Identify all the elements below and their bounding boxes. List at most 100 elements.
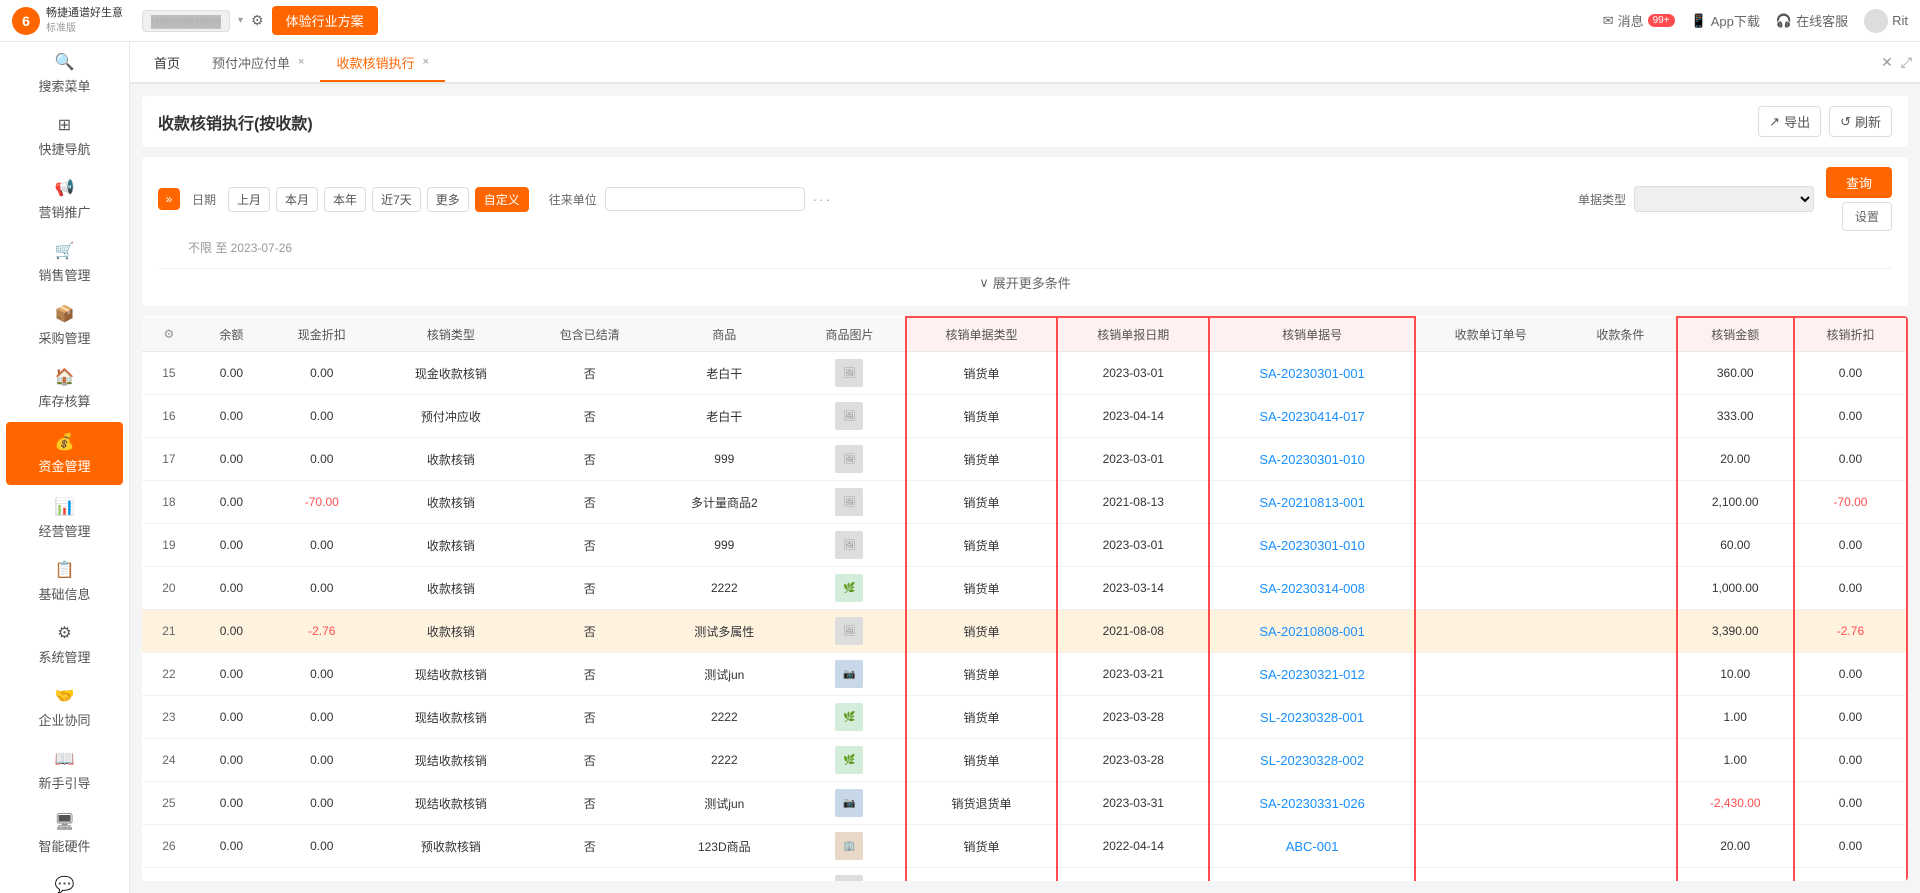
filter-expand-button[interactable]: »: [158, 188, 180, 210]
cell-cash-discount: -2.76: [267, 610, 377, 653]
message-item[interactable]: ✉ 消息 99+: [1603, 11, 1675, 30]
cell-product-img: 🖼: [794, 438, 905, 481]
cell-product-img: 🌿: [794, 567, 905, 610]
table-row: 25 0.00 0.00 现结收款核销 否 测试jun 📷 销货退货单 2023…: [142, 782, 1907, 825]
date-display: 不限 至 2023-07-26: [188, 239, 292, 256]
cell-cancel-bill-no[interactable]: SL-20230408-001: [1209, 868, 1415, 882]
sidebar-item-shortcut[interactable]: ⊞ 快捷导航: [0, 105, 129, 168]
cell-cancel-bill-date: 2023-03-01: [1057, 352, 1209, 395]
col-header-receipt-order-no: 收款单订单号: [1415, 317, 1565, 352]
sidebar-item-system[interactable]: ⚙ 系统管理: [0, 613, 129, 676]
sidebar-item-guide[interactable]: 📖 新手引导: [0, 739, 129, 802]
cell-cancel-bill-no[interactable]: ABC-001: [1209, 825, 1415, 868]
close-window-btn[interactable]: ✕: [1881, 54, 1893, 71]
cell-cancel-bill-no[interactable]: SL-20230328-002: [1209, 739, 1415, 782]
cell-cancel-bill-no[interactable]: SA-20210813-001: [1209, 481, 1415, 524]
cell-product: 123D商品: [654, 825, 794, 868]
custom-date-btn[interactable]: 自定义: [475, 187, 529, 212]
close-collection-tab[interactable]: ×: [422, 56, 428, 68]
cell-cancel-bill-no[interactable]: SA-20230321-012: [1209, 653, 1415, 696]
cell-no: 15: [142, 352, 196, 395]
cell-cancel-discount: 0.00: [1794, 782, 1907, 825]
sidebar-item-wechat[interactable]: 💬 企业微信: [0, 865, 129, 893]
this-month-btn[interactable]: 本月: [276, 187, 318, 212]
cell-cancel-bill-no[interactable]: SA-20230314-008: [1209, 567, 1415, 610]
col-header-balance: 余额: [196, 317, 267, 352]
table-row: 24 0.00 0.00 现结收款核销 否 2222 🌿 销货单 2023-03…: [142, 739, 1907, 782]
query-button[interactable]: 查询: [1826, 167, 1892, 198]
last-7days-btn[interactable]: 近7天: [372, 187, 421, 212]
col-header-receipt-condition: 收款条件: [1565, 317, 1676, 352]
refresh-button[interactable]: ↺ 刷新: [1829, 106, 1892, 137]
sidebar-item-enterprise[interactable]: 🤝 企业协同: [0, 676, 129, 739]
trial-button[interactable]: 体验行业方案: [272, 6, 378, 35]
more-date-btn[interactable]: 更多: [427, 187, 469, 212]
sidebar-label-shortcut: 快捷导航: [38, 139, 90, 158]
cell-cancel-bill-no[interactable]: SA-20210808-001: [1209, 610, 1415, 653]
sidebar-item-search[interactable]: 🔍 搜索菜单: [0, 42, 129, 105]
sidebar-item-sales[interactable]: 🛒 销售管理: [0, 231, 129, 294]
cell-cancel-bill-no[interactable]: SA-20230414-017: [1209, 395, 1415, 438]
setting-button[interactable]: 设置: [1842, 202, 1892, 231]
this-year-btn[interactable]: 本年: [324, 187, 366, 212]
cell-cancel-bill-no[interactable]: SA-20230301-010: [1209, 438, 1415, 481]
table-container: ⚙ 余额 现金折扣 核销类型 包含已结清 商品 商品图片 核销单据类型 核销单报…: [142, 316, 1908, 881]
cell-cancel-bill-no[interactable]: SA-20230301-001: [1209, 352, 1415, 395]
basic-icon: 📋: [55, 560, 75, 580]
cell-receipt-condition: [1565, 524, 1676, 567]
cell-receipt-order-no: [1415, 567, 1565, 610]
cell-cancel-amount: 10.00: [1677, 653, 1794, 696]
sidebar-label-hardware: 智能硬件: [38, 836, 90, 855]
cell-product-img: 📷: [794, 653, 905, 696]
expand-window-btn[interactable]: ⤢: [1901, 54, 1912, 71]
cell-cancel-bill-no[interactable]: SA-20230331-026: [1209, 782, 1415, 825]
message-icon: ✉: [1603, 13, 1614, 29]
tab-collection[interactable]: 收款核销执行 ×: [320, 45, 444, 82]
cell-cash-discount: 0.00: [267, 567, 377, 610]
cell-product: 999: [654, 524, 794, 567]
receipt-type-select[interactable]: [1634, 186, 1814, 212]
collection-tab-label: 收款核销执行: [336, 53, 414, 72]
cell-cancel-type: 收款核销: [377, 610, 526, 653]
sidebar-item-basic[interactable]: 📋 基础信息: [0, 550, 129, 613]
sidebar-item-hardware[interactable]: 🖥 智能硬件: [0, 802, 129, 865]
company-name[interactable]: ▓▓▓▓▓▓▓▓: [142, 10, 230, 32]
top-right: ✉ 消息 99+ 📱 App下载 🎧 在线客服 Rit: [1603, 9, 1908, 33]
cell-cancel-bill-date: 2023-03-14: [1057, 567, 1209, 610]
tab-prepay[interactable]: 预付冲应付单 ×: [196, 45, 320, 82]
cell-balance: 0.00: [196, 352, 267, 395]
system-icon: ⚙: [57, 623, 71, 643]
online-service-item[interactable]: 🎧 在线客服: [1776, 11, 1848, 30]
logo-icon: 6: [12, 7, 40, 35]
close-prepay-tab[interactable]: ×: [298, 56, 304, 68]
col-header-settings[interactable]: ⚙: [142, 317, 196, 352]
cell-receipt-order-no: [1415, 352, 1565, 395]
last-month-btn[interactable]: 上月: [228, 187, 270, 212]
cell-cancel-bill-no[interactable]: SA-20230301-010: [1209, 524, 1415, 567]
tab-home[interactable]: 首页: [138, 45, 196, 82]
sidebar-label-system: 系统管理: [38, 647, 90, 666]
export-button[interactable]: ↗ 导出: [1758, 106, 1821, 137]
gear-icon[interactable]: ⚙: [251, 12, 264, 29]
from-unit-input[interactable]: [605, 187, 805, 211]
cell-cancel-bill-no[interactable]: SL-20230328-001: [1209, 696, 1415, 739]
sidebar-item-marketing[interactable]: 📢 营销推广: [0, 168, 129, 231]
sidebar-item-purchase[interactable]: 📦 采购管理: [0, 294, 129, 357]
cell-balance: 0.00: [196, 825, 267, 868]
sidebar-item-inventory[interactable]: 🏠 库存核算: [0, 357, 129, 420]
sidebar-item-business[interactable]: 📊 经营管理: [0, 487, 129, 550]
expand-more-btn[interactable]: ∨ 展开更多条件: [158, 268, 1892, 296]
sidebar: 🔍 搜索菜单 ⊞ 快捷导航 📢 营销推广 🛒 销售管理 📦 采购管理 🏠 库存核…: [0, 42, 130, 893]
user-area[interactable]: Rit: [1864, 9, 1908, 33]
app-download-item[interactable]: 📱 App下载: [1691, 11, 1760, 30]
sidebar-label-purchase: 采购管理: [38, 328, 90, 347]
cell-include-settled: 否: [525, 395, 654, 438]
cell-receipt-condition: [1565, 653, 1676, 696]
sidebar-label-basic: 基础信息: [38, 584, 90, 603]
cell-product-img: 🖼: [794, 352, 905, 395]
cell-cancel-bill-type: 销货单: [906, 438, 1058, 481]
cell-balance: 0.00: [196, 395, 267, 438]
cell-cancel-type: 收款核销: [377, 567, 526, 610]
cell-cancel-bill-date: 2023-03-28: [1057, 696, 1209, 739]
sidebar-item-finance[interactable]: 💰 资金管理: [6, 422, 123, 485]
